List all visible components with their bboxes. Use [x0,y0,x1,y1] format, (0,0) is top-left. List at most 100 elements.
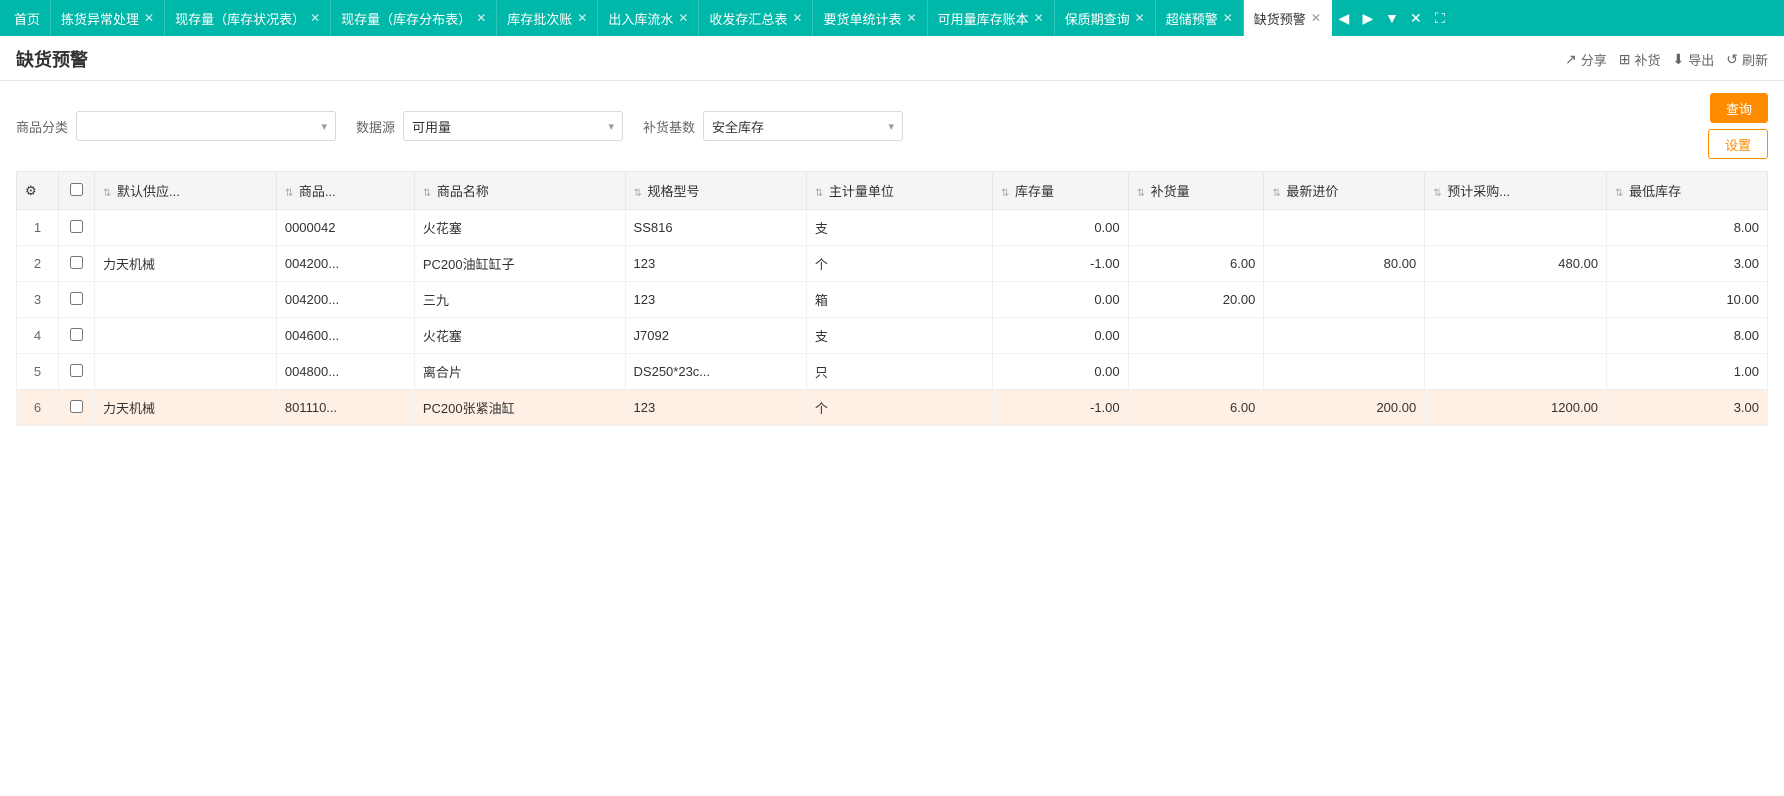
cell-est-purchase [1425,210,1607,246]
tab-close-all-button[interactable]: ✕ [1404,0,1428,36]
category-chevron-down-icon: ▾ [321,120,327,133]
cell-latest-price [1264,282,1425,318]
tab-stockout[interactable]: 缺货预警 ✕ [1244,0,1332,36]
cell-restock-qty [1128,354,1264,390]
page-header: 缺货预警 ↗ 分享 ⊞ 补货 ⬇ 导出 ↺ 刷新 [0,36,1784,81]
tab-order-stats[interactable]: 要货单统计表 ✕ [813,0,927,36]
datasource-select[interactable]: 可用量 ▾ [403,111,623,141]
tab-expiry-query[interactable]: 保质期查询 ✕ [1055,0,1156,36]
tab-overstock[interactable]: 超储预警 ✕ [1156,0,1244,36]
cell-latest-price: 80.00 [1264,246,1425,282]
col-gear[interactable]: ⚙ [17,172,59,210]
row-checkbox[interactable] [70,400,83,413]
close-tab-expiry-query[interactable]: ✕ [1135,11,1145,25]
cell-unit: 个 [806,390,992,426]
share-button[interactable]: ↗ 分享 [1565,50,1607,69]
cell-spec: 123 [625,390,806,426]
row-checkbox-cell[interactable] [59,318,95,354]
close-tab-overstock[interactable]: ✕ [1223,11,1233,25]
cell-stock-qty: 0.00 [992,210,1128,246]
col-latest-price[interactable]: ⇅ 最新进价 [1264,172,1425,210]
tab-home[interactable]: 首页 [4,0,51,36]
row-checkbox-cell[interactable] [59,390,95,426]
cell-restock-qty [1128,318,1264,354]
close-tab-batch-account[interactable]: ✕ [577,11,587,25]
cell-latest-price [1264,210,1425,246]
cell-min-stock: 3.00 [1607,246,1768,282]
sort-icon-stock: ⇅ [1001,188,1009,199]
row-checkbox[interactable] [70,364,83,377]
query-button[interactable]: 查询 [1710,93,1768,123]
row-checkbox-cell[interactable] [59,354,95,390]
col-stock-qty[interactable]: ⇅ 库存量 [992,172,1128,210]
cell-unit: 只 [806,354,992,390]
col-product-name[interactable]: ⇅ 商品名称 [414,172,625,210]
cell-default-supplier [95,318,277,354]
cell-est-purchase [1425,318,1607,354]
table-row: 6 力天机械 801110... PC200张紧油缸 123 个 -1.00 6… [17,390,1768,426]
category-filter-group: 商品分类 ▾ [16,111,336,141]
close-tab-inventory-status[interactable]: ✕ [310,11,320,25]
row-checkbox-cell[interactable] [59,282,95,318]
cell-unit: 支 [806,318,992,354]
restock-basis-select[interactable]: 安全库存 ▾ [703,111,903,141]
row-checkbox-cell[interactable] [59,210,95,246]
cell-product-code: 004200... [276,282,414,318]
cell-min-stock: 3.00 [1607,390,1768,426]
select-all-checkbox[interactable] [70,183,83,196]
tab-inventory-dist[interactable]: 现存量（库存分布表） ✕ [331,0,497,36]
gear-icon: ⚙ [25,183,37,198]
refresh-icon: ↺ [1726,51,1738,68]
cell-spec: J7092 [625,318,806,354]
tab-anomaly[interactable]: 拣货异常处理 ✕ [51,0,165,36]
close-tab-stockout[interactable]: ✕ [1311,11,1321,25]
col-spec[interactable]: ⇅ 规格型号 [625,172,806,210]
restock-button[interactable]: ⊞ 补货 [1619,50,1661,69]
col-product-code[interactable]: ⇅ 商品... [276,172,414,210]
close-tab-inout-flow[interactable]: ✕ [678,11,688,25]
cell-product-name: 火花塞 [414,318,625,354]
col-unit[interactable]: ⇅ 主计量单位 [806,172,992,210]
table-container: ⚙ ⇅ 默认供应... ⇅ 商品... ⇅ 商品名称 [0,171,1784,426]
sort-icon-name: ⇅ [423,188,431,199]
tab-prev-button[interactable]: ◀ [1332,0,1356,36]
col-checkbox[interactable] [59,172,95,210]
tab-next-button[interactable]: ▶ [1356,0,1380,36]
sort-icon-min: ⇅ [1615,188,1623,199]
cell-product-name: 三九 [414,282,625,318]
tab-receipt-summary[interactable]: 收发存汇总表 ✕ [699,0,813,36]
table-row: 1 0000042 火花塞 SS816 支 0.00 8.00 [17,210,1768,246]
cell-min-stock: 8.00 [1607,210,1768,246]
tab-available-ledger[interactable]: 可用量库存账本 ✕ [928,0,1055,36]
close-tab-anomaly[interactable]: ✕ [144,11,154,25]
close-tab-inventory-dist[interactable]: ✕ [476,11,486,25]
row-checkbox-cell[interactable] [59,246,95,282]
refresh-button[interactable]: ↺ 刷新 [1726,50,1768,69]
close-tab-order-stats[interactable]: ✕ [907,11,917,25]
col-default-supplier[interactable]: ⇅ 默认供应... [95,172,277,210]
export-button[interactable]: ⬇ 导出 [1673,50,1715,69]
col-restock-qty[interactable]: ⇅ 补货量 [1128,172,1264,210]
filter-bar: 商品分类 ▾ 数据源 可用量 ▾ 补货基数 安全库存 ▾ 查询 设置 [0,81,1784,171]
cell-product-name: PC200张紧油缸 [414,390,625,426]
tab-inventory-status[interactable]: 现存量（库存状况表） ✕ [165,0,331,36]
settings-button[interactable]: 设置 [1708,129,1768,159]
close-tab-available-ledger[interactable]: ✕ [1034,11,1044,25]
row-checkbox[interactable] [70,328,83,341]
col-min-stock[interactable]: ⇅ 最低库存 [1607,172,1768,210]
close-tab-receipt-summary[interactable]: ✕ [792,11,802,25]
tab-menu-button[interactable]: ▼ [1380,0,1404,36]
tab-fullscreen-button[interactable]: ⛶ [1428,0,1452,36]
row-checkbox[interactable] [70,220,83,233]
row-checkbox[interactable] [70,256,83,269]
main-content: 缺货预警 ↗ 分享 ⊞ 补货 ⬇ 导出 ↺ 刷新 商品分类 [0,36,1784,796]
category-select[interactable]: ▾ [76,111,336,141]
tab-inout-flow[interactable]: 出入库流水 ✕ [598,0,699,36]
sort-icon-spec: ⇅ [634,188,642,199]
tab-batch-account[interactable]: 库存批次账 ✕ [497,0,598,36]
col-est-purchase[interactable]: ⇅ 预计采购... [1425,172,1607,210]
cell-est-purchase [1425,354,1607,390]
cell-stock-qty: 0.00 [992,354,1128,390]
data-table: ⚙ ⇅ 默认供应... ⇅ 商品... ⇅ 商品名称 [16,171,1768,426]
row-checkbox[interactable] [70,292,83,305]
